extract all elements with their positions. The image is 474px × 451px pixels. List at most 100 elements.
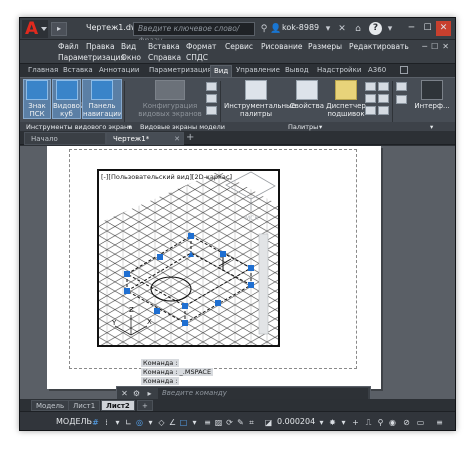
lineweight-icon[interactable]: ≡ [202,417,213,428]
layer-icon[interactable] [378,82,389,91]
viewport-config-button[interactable]: Конфигурация видовых экранов [128,80,212,118]
add-layout-icon[interactable]: + [137,400,153,411]
tab-output[interactable]: Вывод [282,65,312,77]
close-icon[interactable]: ✕ [174,133,180,145]
clean-screen-icon[interactable]: ▭ [415,417,426,428]
maximize-button[interactable]: ☐ [420,21,435,36]
menu-item-spds[interactable]: СПДС [186,53,208,62]
switch-windows-icon[interactable] [396,95,407,104]
help-icon[interactable]: ? [369,22,382,35]
menu-item-parametric[interactable]: Параметризация [58,53,125,62]
properties-button[interactable]: Свойства [289,80,325,110]
scale-icon[interactable]: ◪ [263,417,274,428]
menu-item-window[interactable]: Окно [121,53,141,62]
snap-icon[interactable]: ⁞ [101,417,112,428]
quick-access-toolbar-icon[interactable]: ▸ [51,22,67,36]
minimize-button[interactable]: ─ [404,21,419,36]
tab-manage[interactable]: Управление [233,65,283,77]
chevron-down-icon[interactable]: ▾ [319,123,322,131]
application-menu-button[interactable]: A [22,19,48,39]
menu-item-tools[interactable]: Сервис [225,42,253,51]
chevron-down-icon[interactable]: ▾ [128,123,131,131]
annotation-scale-icon[interactable]: ✸ [327,417,338,428]
selection-cycling-icon[interactable]: ⟳ [224,417,235,428]
exchange-icon[interactable]: ⌂ [352,23,364,35]
sheet-set-manager-button[interactable]: Диспетчер подшивок [326,80,366,118]
command-line-icon[interactable] [378,106,389,115]
menu-item-help[interactable]: Справка [148,53,181,62]
app-store-icon[interactable]: ✕ [336,23,348,35]
transparency-icon[interactable]: ▨ [213,417,224,428]
drawing-area[interactable]: Y Z X [-][Пользовательский вид][2D-карка… [20,146,455,399]
add-icon[interactable]: + [350,417,361,428]
chevron-down-icon[interactable]: ▾ [322,23,334,35]
customization-menu-icon[interactable]: ≡ [434,417,445,428]
chevron-down-icon[interactable]: ▾ [384,23,396,35]
user-icon[interactable]: 👤 [270,23,282,35]
isolate-objects-icon[interactable]: ◉ [387,417,398,428]
markup-icon[interactable] [365,94,376,103]
command-input[interactable]: Введите команду [158,388,368,399]
menu-window-controls[interactable]: ─☐✕ [422,42,453,51]
tab-start[interactable]: Начало [24,132,106,145]
model-viewport[interactable]: Y Z X [-][Пользовательский вид][2D-карка… [97,169,280,347]
units-icon[interactable]: ⎍ [363,417,374,428]
design-center-icon[interactable] [365,82,376,91]
add-tab-icon[interactable]: + [186,133,194,143]
chevron-down-icon[interactable]: ▾ [338,417,349,428]
chevron-down-icon[interactable]: ▾ [316,417,327,428]
tab-insert[interactable]: Вставка [60,65,96,77]
user-name[interactable]: kok-8989 [282,23,319,32]
search-input[interactable]: Введите ключевое слово/фразу [133,22,255,45]
join-viewports-icon[interactable] [206,94,217,103]
viewport-lock-icon[interactable]: ⌗ [246,417,257,428]
close-icon[interactable]: ✕ [119,388,130,399]
named-viewports-icon[interactable] [206,82,217,91]
tab-parametric[interactable]: Параметризация [146,65,214,77]
polar-tracking-icon[interactable]: ◎ [134,417,145,428]
tool-palettes-button[interactable]: Инструментальные палитры [224,80,296,118]
panel-title-palettes[interactable]: Палитры [288,123,318,131]
menu-item-format[interactable]: Формат [186,42,216,51]
menu-item-edit[interactable]: Правка [86,42,115,51]
object-snap-icon[interactable]: □ [178,417,189,428]
view-cube-button[interactable]: Видовой куб [52,79,84,119]
object-snap-tracking-icon[interactable]: ∠ [167,417,178,428]
tab-home[interactable]: Главная [25,65,61,77]
tab-addins[interactable]: Надстройки [314,65,364,77]
chevron-down-icon[interactable]: ▾ [430,123,433,131]
ortho-icon[interactable]: ∟ [123,417,134,428]
ribbon-options-icon[interactable] [400,66,408,74]
model-space-toggle[interactable]: МОДЕЛЬ [56,417,92,426]
user-interface-button[interactable]: Интерф... [412,80,452,110]
viewport-controls-label[interactable]: [-][Пользовательский вид][2D-каркас] [101,173,232,181]
tab-drawing1[interactable]: Чертеж1* ✕ [106,132,184,145]
tab-layout2[interactable]: Лист2 [101,400,135,411]
wrench-icon[interactable]: ⚙ [131,388,142,399]
tab-a360[interactable]: A360 [365,65,389,77]
panel-title-model-viewports[interactable]: Видовые экраны модели [140,123,225,131]
annotation-icon[interactable]: ✎ [235,417,246,428]
restore-viewports-icon[interactable] [206,106,217,115]
hardware-acceleration-icon[interactable]: ⊘ [401,417,412,428]
navigation-bar-button[interactable]: Панель навигации [82,79,122,119]
panel-title-viewport-tools[interactable]: Инструменты видового экрана [26,123,132,131]
external-references-icon[interactable] [378,94,389,103]
menu-item-dimensions[interactable]: Размеры [308,42,342,51]
search-icon[interactable]: ⚲ [258,23,270,35]
viewport-scale-value[interactable]: 0.000204 [277,417,315,426]
tab-view[interactable]: Вид [210,65,233,77]
menu-item-view[interactable]: Вид [121,42,136,51]
chevron-down-icon[interactable]: ▾ [145,417,156,428]
menu-item-insert[interactable]: Вставка [148,42,180,51]
ucs-icon-button[interactable]: Знак ПСК [23,79,51,119]
recent-commands-icon[interactable]: ▸ [144,388,155,399]
calculator-icon[interactable] [365,106,376,115]
quick-properties-icon[interactable]: ⚲ [375,417,386,428]
tab-annotate[interactable]: Аннотации [96,65,142,77]
menu-item-draw[interactable]: Рисование [261,42,303,51]
window-tile-icon[interactable] [396,82,407,91]
menu-item-modify[interactable]: Редактировать [349,42,409,51]
isodraft-icon[interactable]: ◇ [156,417,167,428]
tab-layout1[interactable]: Лист1 [68,400,101,411]
